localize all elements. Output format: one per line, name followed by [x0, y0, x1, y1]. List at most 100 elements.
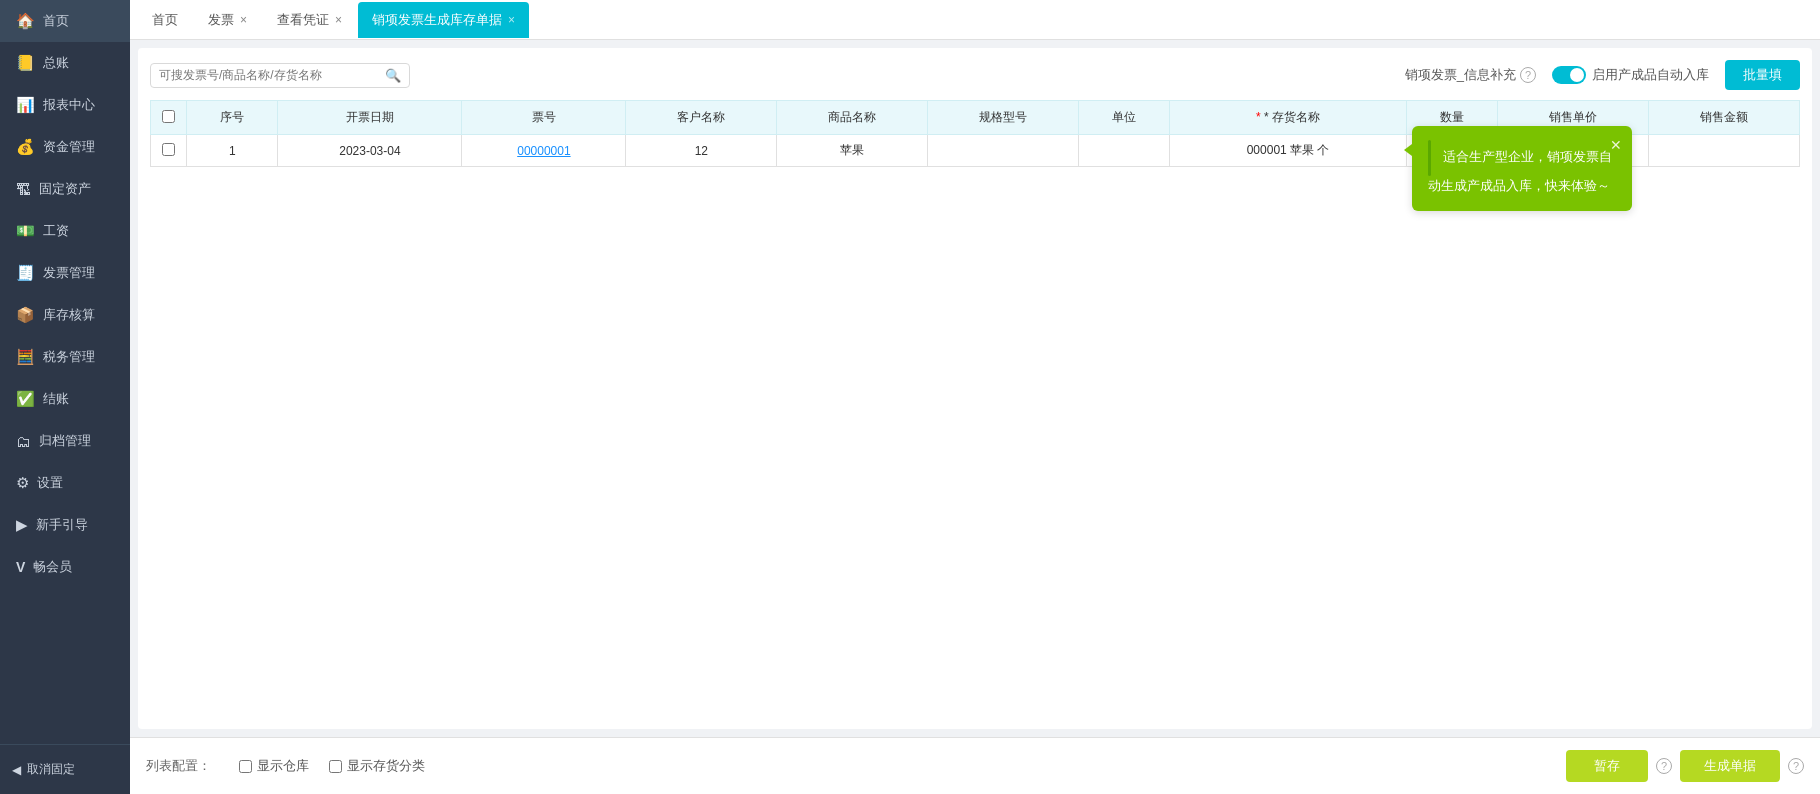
- tooltip-indicator: [1428, 140, 1431, 176]
- show-warehouse-checkbox[interactable]: [239, 760, 252, 773]
- toggle-label: 启用产成品自动入库: [1592, 66, 1709, 84]
- row-checkbox[interactable]: [162, 143, 175, 156]
- sidebar-item-tax[interactable]: 🧮 税务管理: [0, 336, 130, 378]
- select-all-checkbox[interactable]: [162, 110, 175, 123]
- fixed-assets-icon: 🏗: [16, 181, 31, 198]
- sidebar-item-settle[interactable]: ✅ 结账: [0, 378, 130, 420]
- sidebar-item-ledger[interactable]: 📒 总账: [0, 42, 130, 84]
- funds-icon: 💰: [16, 138, 35, 156]
- sidebar: 🏠 首页 📒 总账 📊 报表中心 💰 资金管理 🏗 固定资产 💵 工资 🧾 发票…: [0, 0, 130, 794]
- cell-amount: [1649, 135, 1800, 167]
- row-checkbox-cell: [151, 135, 187, 167]
- header-ticket-no: 票号: [462, 101, 626, 135]
- sidebar-label-ledger: 总账: [43, 54, 69, 72]
- show-category-checkbox[interactable]: [329, 760, 342, 773]
- show-category-checkbox-label[interactable]: 显示存货分类: [329, 757, 425, 775]
- tab-invoice-close[interactable]: ×: [240, 14, 247, 26]
- generate-help-icon[interactable]: ?: [1788, 758, 1804, 774]
- ledger-icon: 📒: [16, 54, 35, 72]
- cell-spec: [928, 135, 1079, 167]
- sidebar-item-payroll[interactable]: 💵 工资: [0, 210, 130, 252]
- sidebar-label-invoice-mgmt: 发票管理: [43, 264, 95, 282]
- tab-home[interactable]: 首页: [138, 2, 192, 38]
- header-amount: 销售金额: [1649, 101, 1800, 135]
- toolbar-row: 🔍 销项发票_信息补充 ? 启用产成品自动入库 批量填: [150, 60, 1800, 90]
- tab-home-label: 首页: [152, 11, 178, 29]
- header-seq: 序号: [187, 101, 278, 135]
- cell-inventory: 000001 苹果 个: [1170, 135, 1407, 167]
- save-help-icon[interactable]: ?: [1656, 758, 1672, 774]
- sidebar-item-reports[interactable]: 📊 报表中心: [0, 84, 130, 126]
- tab-voucher-close[interactable]: ×: [335, 14, 342, 26]
- sidebar-label-vip: 畅会员: [33, 558, 72, 576]
- sidebar-label-settings: 设置: [37, 474, 63, 492]
- toggle-area: 启用产成品自动入库: [1552, 66, 1709, 84]
- tooltip-close-button[interactable]: ✕: [1610, 134, 1622, 156]
- search-input[interactable]: [159, 68, 379, 82]
- header-inventory: * * 存货名称: [1170, 101, 1407, 135]
- sidebar-item-fixed-assets[interactable]: 🏗 固定资产: [0, 168, 130, 210]
- list-config-label: 列表配置：: [146, 757, 211, 775]
- sidebar-item-home[interactable]: 🏠 首页: [0, 0, 130, 42]
- info-help-icon[interactable]: ?: [1520, 67, 1536, 83]
- invoice-mgmt-icon: 🧾: [16, 264, 35, 282]
- show-warehouse-label: 显示仓库: [257, 757, 309, 775]
- tab-stock-entry[interactable]: 销项发票生成库存单据 ×: [358, 2, 529, 38]
- sidebar-bottom: ◀ 取消固定: [0, 744, 130, 794]
- archive-icon: 🗂: [16, 433, 31, 450]
- sidebar-label-guide: 新手引导: [36, 516, 88, 534]
- settings-icon: ⚙: [16, 474, 29, 492]
- search-icon: 🔍: [385, 68, 401, 83]
- home-icon: 🏠: [16, 12, 35, 30]
- sidebar-label-funds: 资金管理: [43, 138, 95, 156]
- header-customer: 客户名称: [626, 101, 777, 135]
- sidebar-item-invoice-mgmt[interactable]: 🧾 发票管理: [0, 252, 130, 294]
- unpin-button[interactable]: ◀ 取消固定: [0, 753, 130, 786]
- cell-date: 2023-03-04: [278, 135, 462, 167]
- cell-unit: [1078, 135, 1169, 167]
- sidebar-item-guide[interactable]: ▶ 新手引导: [0, 504, 130, 546]
- show-warehouse-checkbox-label[interactable]: 显示仓库: [239, 757, 309, 775]
- payroll-icon: 💵: [16, 222, 35, 240]
- bottom-bar: 列表配置： 显示仓库 显示存货分类 暂存 ? 生成单据 ?: [130, 737, 1820, 794]
- header-unit: 单位: [1078, 101, 1169, 135]
- info-label-text: 销项发票_信息补充: [1405, 66, 1516, 84]
- sidebar-label-inventory: 库存核算: [43, 306, 95, 324]
- main-content: 首页 发票 × 查看凭证 × 销项发票生成库存单据 × 🔍 销项发票_信息补充: [130, 0, 1820, 794]
- tooltip-popup: ✕ 适合生产型企业，销项发票自动生成产成品入库，快来体验～: [1412, 126, 1632, 211]
- sidebar-item-settings[interactable]: ⚙ 设置: [0, 462, 130, 504]
- sidebar-item-vip[interactable]: V 畅会员: [0, 546, 130, 588]
- tab-voucher-label: 查看凭证: [277, 11, 329, 29]
- sidebar-item-funds[interactable]: 💰 资金管理: [0, 126, 130, 168]
- batch-fill-button[interactable]: 批量填: [1725, 60, 1800, 90]
- auto-warehouse-toggle[interactable]: [1552, 66, 1586, 84]
- header-spec: 规格型号: [928, 101, 1079, 135]
- tab-stock-entry-label: 销项发票生成库存单据: [372, 11, 502, 29]
- generate-button[interactable]: 生成单据: [1680, 750, 1780, 782]
- search-box[interactable]: 🔍: [150, 63, 410, 88]
- tooltip-text: 适合生产型企业，销项发票自动生成产成品入库，快来体验～: [1428, 149, 1612, 193]
- sidebar-item-inventory[interactable]: 📦 库存核算: [0, 294, 130, 336]
- vip-icon: V: [16, 559, 25, 575]
- cell-ticket-no[interactable]: 00000001: [462, 135, 626, 167]
- info-label: 销项发票_信息补充 ?: [1405, 66, 1536, 84]
- tax-icon: 🧮: [16, 348, 35, 366]
- content-area: 🔍 销项发票_信息补充 ? 启用产成品自动入库 批量填: [138, 48, 1812, 729]
- save-button[interactable]: 暂存: [1566, 750, 1648, 782]
- sidebar-label-archive: 归档管理: [39, 432, 91, 450]
- sidebar-item-archive[interactable]: 🗂 归档管理: [0, 420, 130, 462]
- sidebar-label-reports: 报表中心: [43, 96, 95, 114]
- header-checkbox-cell: [151, 101, 187, 135]
- header-date: 开票日期: [278, 101, 462, 135]
- sidebar-label-home: 首页: [43, 12, 69, 30]
- toolbar-right: 销项发票_信息补充 ? 启用产成品自动入库 批量填: [1405, 60, 1800, 90]
- tab-stock-entry-close[interactable]: ×: [508, 14, 515, 26]
- tab-invoice-label: 发票: [208, 11, 234, 29]
- sidebar-label-settle: 结账: [43, 390, 69, 408]
- sidebar-label-tax: 税务管理: [43, 348, 95, 366]
- unpin-label: 取消固定: [27, 761, 75, 778]
- tab-voucher[interactable]: 查看凭证 ×: [263, 2, 356, 38]
- tab-invoice[interactable]: 发票 ×: [194, 2, 261, 38]
- tab-bar: 首页 发票 × 查看凭证 × 销项发票生成库存单据 ×: [130, 0, 1820, 40]
- cell-product: 苹果: [777, 135, 928, 167]
